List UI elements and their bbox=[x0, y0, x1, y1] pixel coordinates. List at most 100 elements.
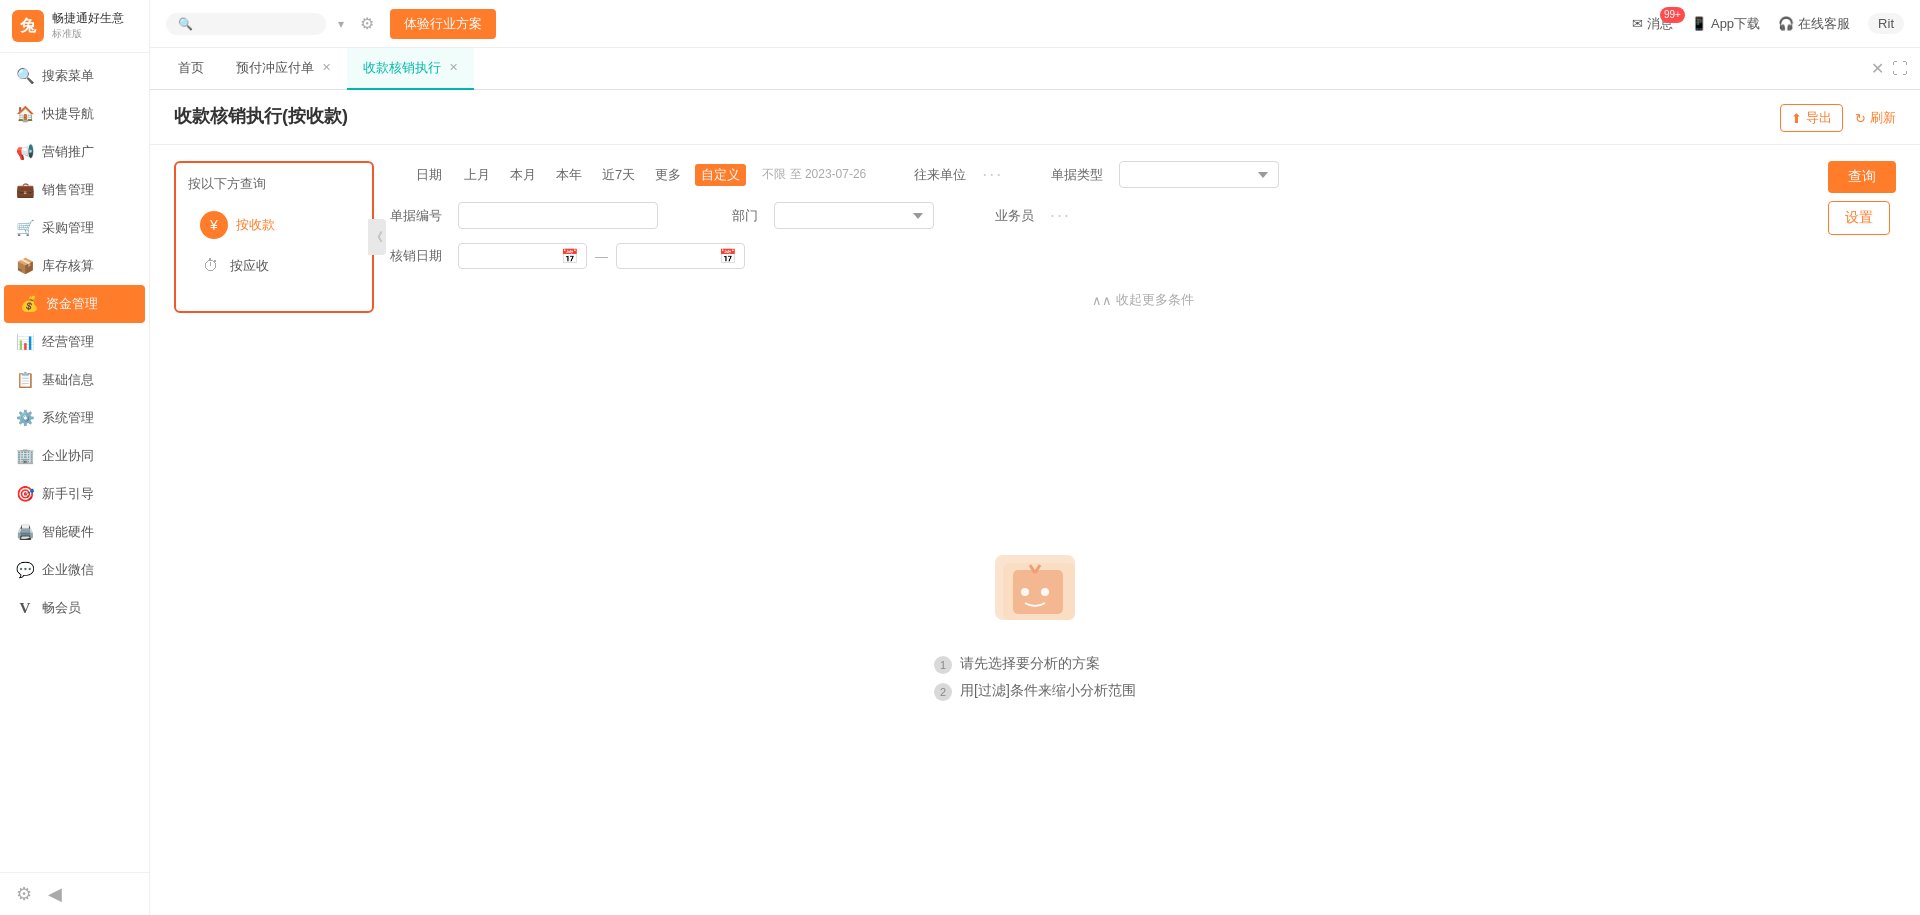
sidebar-item-shortcut[interactable]: 🏠 快捷导航 bbox=[0, 95, 149, 133]
refresh-button[interactable]: ↻ 刷新 bbox=[1855, 109, 1896, 127]
sidebar-item-guide[interactable]: 🎯 新手引导 bbox=[0, 475, 149, 513]
topbar: 🔍 ▾ ⚙ 体验行业方案 ✉ 消息 99+ 📱 App下载 🎧 在线客服 Rit bbox=[150, 0, 1920, 48]
sidebar-item-inventory[interactable]: 📦 库存核算 bbox=[0, 247, 149, 285]
sidebar-item-member[interactable]: V 畅会员 bbox=[0, 589, 149, 627]
sales-icon: 💼 bbox=[16, 181, 34, 199]
sidebar-item-hardware[interactable]: 🖨️ 智能硬件 bbox=[0, 513, 149, 551]
writeoff-date-start-input[interactable]: 2023-03-01 bbox=[467, 249, 557, 264]
message-button[interactable]: ✉ 消息 99+ bbox=[1632, 15, 1673, 33]
writeoff-date-range: 2023-03-01 📅 — 2023-07-21 📅 bbox=[458, 243, 745, 269]
topbar-dropdown-icon[interactable]: ▾ bbox=[338, 17, 344, 31]
writeoff-date-label: 核销日期 bbox=[390, 247, 442, 265]
settings-icon[interactable]: ⚙ bbox=[16, 883, 32, 905]
tab-home[interactable]: 首页 bbox=[162, 48, 220, 90]
topbar-gear-icon[interactable]: ⚙ bbox=[360, 14, 374, 33]
sidebar-item-operation[interactable]: 📊 经营管理 bbox=[0, 323, 149, 361]
sidebar-item-system[interactable]: ⚙️ 系统管理 bbox=[0, 399, 149, 437]
sidebar-menu: 🔍 搜索菜单 🏠 快捷导航 📢 营销推广 💼 销售管理 🛒 采购管理 📦 库存核… bbox=[0, 53, 149, 872]
date-this-month[interactable]: 本月 bbox=[504, 164, 542, 186]
wechat-icon: 💬 bbox=[16, 561, 34, 579]
export-icon: ⬆ bbox=[1791, 111, 1802, 126]
tab-receipt-writeoff[interactable]: 收款核销执行 ✕ bbox=[347, 48, 474, 90]
member-icon: V bbox=[16, 599, 34, 617]
tabbar: 首页 预付冲应付单 ✕ 收款核销执行 ✕ ✕ ⛶ bbox=[150, 48, 1920, 90]
setting-button[interactable]: 设置 bbox=[1828, 201, 1890, 235]
collapse-sidebar-icon[interactable]: ◀ bbox=[48, 883, 62, 905]
calendar-start-icon[interactable]: 📅 bbox=[561, 248, 578, 264]
sidebar: 兔 畅捷通好生意 标准版 🔍 搜索菜单 🏠 快捷导航 📢 营销推广 💼 销售管理… bbox=[0, 0, 150, 915]
date-more[interactable]: 更多 bbox=[649, 164, 687, 186]
online-service-button[interactable]: 🎧 在线客服 bbox=[1778, 15, 1850, 33]
date-this-year[interactable]: 本年 bbox=[550, 164, 588, 186]
marketing-icon: 📢 bbox=[16, 143, 34, 161]
doc-type-select[interactable] bbox=[1119, 161, 1279, 188]
app-icon: 📱 bbox=[1691, 16, 1707, 31]
sidebar-item-marketing[interactable]: 📢 营销推广 bbox=[0, 133, 149, 171]
sidebar-item-sales[interactable]: 💼 销售管理 bbox=[0, 171, 149, 209]
sidebar-item-search[interactable]: 🔍 搜索菜单 bbox=[0, 57, 149, 95]
svg-point-3 bbox=[1021, 588, 1029, 596]
date-quick-options: 上月 本月 本年 近7天 更多 自定义 bbox=[458, 164, 746, 186]
empty-svg bbox=[975, 535, 1095, 635]
sidebar-bottom: ⚙ ◀ bbox=[0, 872, 149, 915]
doc-no-input[interactable] bbox=[458, 202, 658, 229]
empty-state: 1 请先选择要分析的方案 2 用[过滤]条件来缩小分析范围 bbox=[150, 329, 1920, 915]
sidebar-item-finance[interactable]: 💰 资金管理 bbox=[4, 285, 145, 323]
enterprise-icon: 🏢 bbox=[16, 447, 34, 465]
user-profile[interactable]: Rit bbox=[1868, 13, 1904, 34]
app-badge: 标准版 bbox=[52, 27, 124, 41]
export-button[interactable]: ⬆ 导出 bbox=[1780, 104, 1843, 132]
app-name: 畅捷通好生意 bbox=[52, 11, 124, 27]
sidebar-item-wechat[interactable]: 💬 企业微信 bbox=[0, 551, 149, 589]
page-header-actions: ⬆ 导出 ↻ 刷新 bbox=[1780, 104, 1896, 144]
message-icon: ✉ bbox=[1632, 16, 1643, 31]
tabbar-right-actions: ✕ ⛶ bbox=[1871, 59, 1908, 78]
sidebar-item-enterprise[interactable]: 🏢 企业协同 bbox=[0, 437, 149, 475]
date-last-month[interactable]: 上月 bbox=[458, 164, 496, 186]
collapse-up-icon: ∧∧ bbox=[1092, 293, 1112, 308]
sidebar-item-purchase[interactable]: 🛒 采购管理 bbox=[0, 209, 149, 247]
right-filter: 日期 上月 本月 本年 近7天 更多 自定义 不限 至 2023-07-26 bbox=[390, 161, 1896, 313]
collapse-more-bar[interactable]: ∧∧ 收起更多条件 bbox=[390, 287, 1896, 313]
operation-icon: 📊 bbox=[16, 333, 34, 351]
writeoff-date-end-wrap: 2023-07-21 📅 bbox=[616, 243, 745, 269]
logo-icon: 兔 bbox=[12, 10, 44, 42]
main-area: 🔍 ▾ ⚙ 体验行业方案 ✉ 消息 99+ 📱 App下载 🎧 在线客服 Rit bbox=[150, 0, 1920, 915]
empty-illustration bbox=[975, 535, 1095, 635]
dept-select[interactable] bbox=[774, 202, 934, 229]
sidebar-item-basic[interactable]: 📋 基础信息 bbox=[0, 361, 149, 399]
query-mode-panel: 按以下方查询 ¥ 按收款 ⏱ 按应收 《 bbox=[174, 161, 374, 313]
partner-input-dots: ··· bbox=[982, 164, 1003, 185]
content-area: 收款核销执行(按收款) ⬆ 导出 ↻ 刷新 按以下方查询 ¥ 按收款 bbox=[150, 90, 1920, 915]
writeoff-date-end-input[interactable]: 2023-07-21 bbox=[625, 249, 715, 264]
topbar-right: ✉ 消息 99+ 📱 App下载 🎧 在线客服 Rit bbox=[1632, 13, 1904, 34]
receipt-icon: ¥ bbox=[200, 211, 228, 239]
tab-close-all-icon[interactable]: ✕ bbox=[1871, 59, 1884, 78]
topbar-search[interactable]: 🔍 bbox=[166, 13, 326, 35]
writeoff-date-start-wrap: 2023-03-01 📅 bbox=[458, 243, 587, 269]
docno-filter-row: 单据编号 部门 业务员 ··· bbox=[390, 202, 1816, 229]
tab-receipt-close-icon[interactable]: ✕ bbox=[449, 61, 458, 74]
date-hint: 不限 至 2023-07-26 bbox=[762, 166, 866, 183]
date-7-days[interactable]: 近7天 bbox=[596, 164, 641, 186]
inventory-icon: 📦 bbox=[16, 257, 34, 275]
page-header: 收款核销执行(按收款) ⬆ 导出 ↻ 刷新 bbox=[150, 90, 1920, 145]
tab-prepay[interactable]: 预付冲应付单 ✕ bbox=[220, 48, 347, 90]
dept-label: 部门 bbox=[706, 207, 758, 225]
app-download-button[interactable]: 📱 App下载 bbox=[1691, 15, 1760, 33]
basic-icon: 📋 bbox=[16, 371, 34, 389]
tab-prepay-close-icon[interactable]: ✕ bbox=[322, 61, 331, 74]
date-label: 日期 bbox=[390, 166, 442, 184]
panel-collapse-button[interactable]: 《 bbox=[368, 219, 386, 255]
solution-button[interactable]: 体验行业方案 bbox=[390, 9, 496, 39]
tab-fullscreen-icon[interactable]: ⛶ bbox=[1892, 60, 1908, 78]
query-by-payable[interactable]: ⏱ 按应收 bbox=[188, 247, 360, 285]
date-custom[interactable]: 自定义 bbox=[695, 164, 746, 186]
hardware-icon: 🖨️ bbox=[16, 523, 34, 541]
query-button[interactable]: 查询 bbox=[1828, 161, 1896, 193]
query-by-receipt[interactable]: ¥ 按收款 bbox=[188, 203, 360, 247]
date-range-separator: — bbox=[595, 249, 608, 264]
calendar-end-icon[interactable]: 📅 bbox=[719, 248, 736, 264]
service-icon: 🎧 bbox=[1778, 16, 1794, 31]
svg-rect-2 bbox=[1013, 570, 1063, 614]
